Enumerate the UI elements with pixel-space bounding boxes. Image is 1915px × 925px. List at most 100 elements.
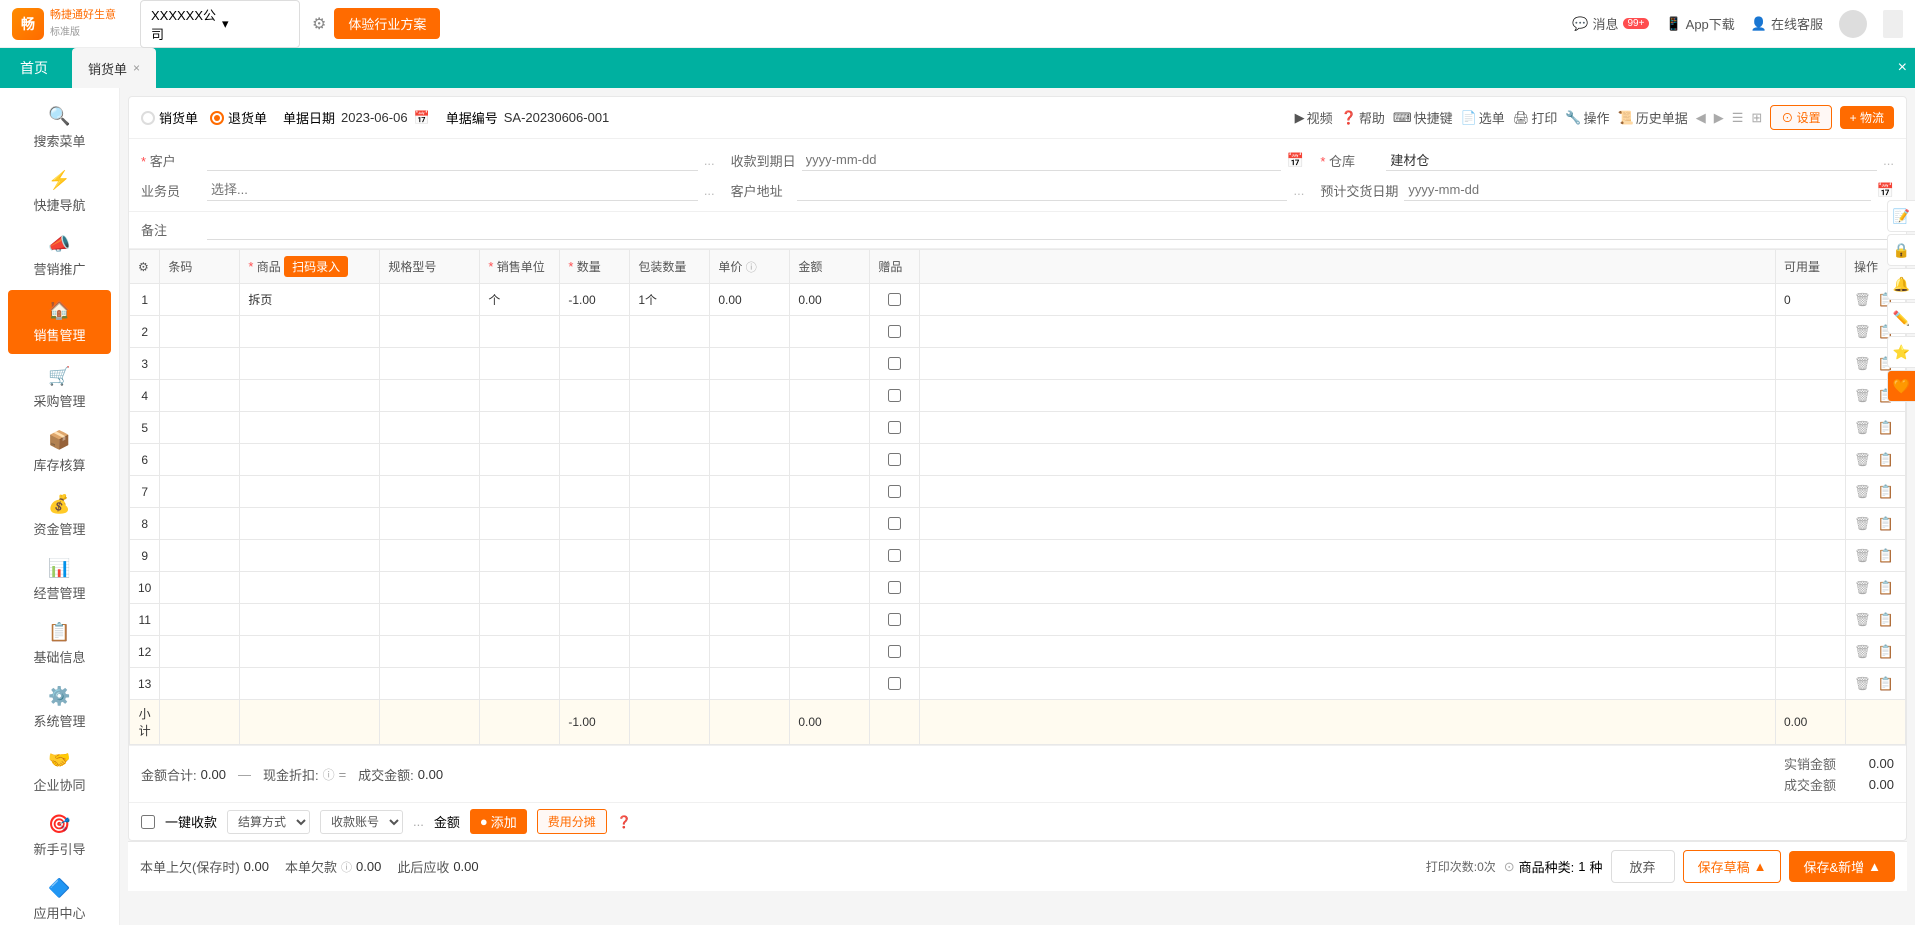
row-pkg[interactable] xyxy=(630,412,710,444)
sidebar-item-appcenter[interactable]: 🔷 应用中心 xyxy=(0,868,119,925)
gift-checkbox[interactable] xyxy=(888,677,901,690)
row-qty[interactable] xyxy=(560,380,630,412)
row-unit[interactable] xyxy=(480,444,560,476)
tab-home[interactable]: 首页 xyxy=(0,48,68,88)
delete-icon[interactable]: 🗑 xyxy=(1854,292,1871,307)
nav-next-icon[interactable]: ▶ xyxy=(1714,110,1724,126)
row-unit[interactable] xyxy=(480,636,560,668)
row-spec[interactable] xyxy=(380,508,480,540)
row-gift[interactable] xyxy=(870,572,920,604)
row-amount[interactable] xyxy=(790,540,870,572)
row-pkg[interactable] xyxy=(630,316,710,348)
row-price[interactable] xyxy=(710,412,790,444)
row-unit[interactable] xyxy=(480,412,560,444)
row-unit[interactable] xyxy=(480,316,560,348)
row-barcode[interactable] xyxy=(160,316,240,348)
row-amount[interactable]: 0.00 xyxy=(790,284,870,316)
row-spec[interactable] xyxy=(380,316,480,348)
row-unit[interactable] xyxy=(480,668,560,700)
delete-icon[interactable]: 🗑 xyxy=(1854,676,1871,691)
row-gift[interactable] xyxy=(870,604,920,636)
row-amount[interactable] xyxy=(790,508,870,540)
gear-icon[interactable]: ⚙ xyxy=(312,14,326,34)
row-gift[interactable] xyxy=(870,476,920,508)
sidebar-item-marketing[interactable]: 📣 营销推广 xyxy=(0,224,119,288)
row-spec[interactable] xyxy=(380,540,480,572)
warehouse-input[interactable] xyxy=(1386,149,1877,171)
row-pkg[interactable] xyxy=(630,476,710,508)
copy-icon[interactable]: 📋 xyxy=(1878,484,1894,499)
row-product[interactable] xyxy=(240,348,380,380)
copy-icon[interactable]: 📋 xyxy=(1878,644,1894,659)
float-btn-3[interactable]: 🔔 xyxy=(1887,268,1915,300)
expense-button[interactable]: 费用分摊 xyxy=(537,809,607,834)
row-amount[interactable] xyxy=(790,348,870,380)
discard-button[interactable]: 放弃 xyxy=(1611,850,1675,883)
view-list-icon[interactable]: ☰ xyxy=(1732,110,1744,126)
row-price[interactable]: 0.00 xyxy=(710,284,790,316)
help-link[interactable]: ❓ 帮助 xyxy=(1341,108,1385,127)
row-pkg[interactable] xyxy=(630,348,710,380)
row-spec[interactable] xyxy=(380,444,480,476)
row-qty[interactable] xyxy=(560,668,630,700)
row-qty[interactable] xyxy=(560,316,630,348)
tab-close-icon[interactable]: × xyxy=(133,61,140,75)
row-barcode[interactable] xyxy=(160,604,240,636)
row-barcode[interactable] xyxy=(160,636,240,668)
row-amount[interactable] xyxy=(790,444,870,476)
discount-info-icon[interactable]: ⓘ xyxy=(323,766,335,783)
row-price[interactable] xyxy=(710,508,790,540)
row-spec[interactable] xyxy=(380,348,480,380)
row-amount[interactable] xyxy=(790,380,870,412)
account-picker-icon[interactable]: ... xyxy=(413,814,424,829)
sidebar-item-search[interactable]: 🔍 搜索菜单 xyxy=(0,96,119,160)
row-price[interactable] xyxy=(710,636,790,668)
row-barcode[interactable] xyxy=(160,476,240,508)
row-price[interactable] xyxy=(710,476,790,508)
float-btn-2[interactable]: 🔒 xyxy=(1887,234,1915,266)
due-date-input[interactable] xyxy=(802,149,1281,171)
company-selector[interactable]: XXXXXX公司 ▾ xyxy=(140,0,300,48)
row-gift[interactable] xyxy=(870,508,920,540)
avatar[interactable] xyxy=(1839,10,1867,38)
row-pkg[interactable] xyxy=(630,508,710,540)
sidebar-item-system[interactable]: ⚙️ 系统管理 xyxy=(0,676,119,740)
copy-icon[interactable]: 📋 xyxy=(1878,676,1894,691)
row-price[interactable] xyxy=(710,444,790,476)
gift-checkbox[interactable] xyxy=(888,325,901,338)
sidebar-item-collab[interactable]: 🤝 企业协同 xyxy=(0,740,119,804)
sidebar-item-guide[interactable]: 🎯 新手引导 xyxy=(0,804,119,868)
choose-link[interactable]: 📄 选单 xyxy=(1461,108,1505,127)
add-button[interactable]: ● 添加 xyxy=(470,809,527,834)
gift-checkbox[interactable] xyxy=(888,581,901,594)
row-unit[interactable]: 个 xyxy=(480,284,560,316)
row-pkg[interactable] xyxy=(630,572,710,604)
delete-icon[interactable]: 🗑 xyxy=(1854,324,1871,339)
row-barcode[interactable] xyxy=(160,412,240,444)
scan-button[interactable]: 扫码录入 xyxy=(284,256,348,277)
avatar-dropdown[interactable] xyxy=(1883,10,1903,38)
row-amount[interactable] xyxy=(790,572,870,604)
col-settings[interactable]: ⚙ xyxy=(130,250,160,284)
delete-icon[interactable]: 🗑 xyxy=(1854,484,1871,499)
row-product[interactable] xyxy=(240,572,380,604)
row-qty[interactable] xyxy=(560,444,630,476)
delete-icon[interactable]: 🗑 xyxy=(1854,388,1871,403)
price-info-icon[interactable]: ⓘ xyxy=(746,262,757,274)
calendar-icon[interactable]: 📅 xyxy=(414,110,430,126)
row-qty[interactable] xyxy=(560,508,630,540)
delete-icon[interactable]: 🗑 xyxy=(1854,548,1871,563)
video-link[interactable]: ▶ 视频 xyxy=(1295,108,1333,127)
row-price[interactable] xyxy=(710,572,790,604)
radio-sales[interactable]: 销货单 xyxy=(141,108,198,127)
tab-bar-close-icon[interactable]: × xyxy=(1898,59,1907,77)
row-qty[interactable] xyxy=(560,348,630,380)
float-btn-1[interactable]: 📝 xyxy=(1887,200,1915,232)
gift-checkbox[interactable] xyxy=(888,645,901,658)
sidebar-item-finance[interactable]: 💰 资金管理 xyxy=(0,484,119,548)
row-unit[interactable] xyxy=(480,476,560,508)
delete-icon[interactable]: 🗑 xyxy=(1854,644,1871,659)
row-barcode[interactable] xyxy=(160,348,240,380)
row-gift[interactable] xyxy=(870,348,920,380)
row-pkg[interactable] xyxy=(630,636,710,668)
